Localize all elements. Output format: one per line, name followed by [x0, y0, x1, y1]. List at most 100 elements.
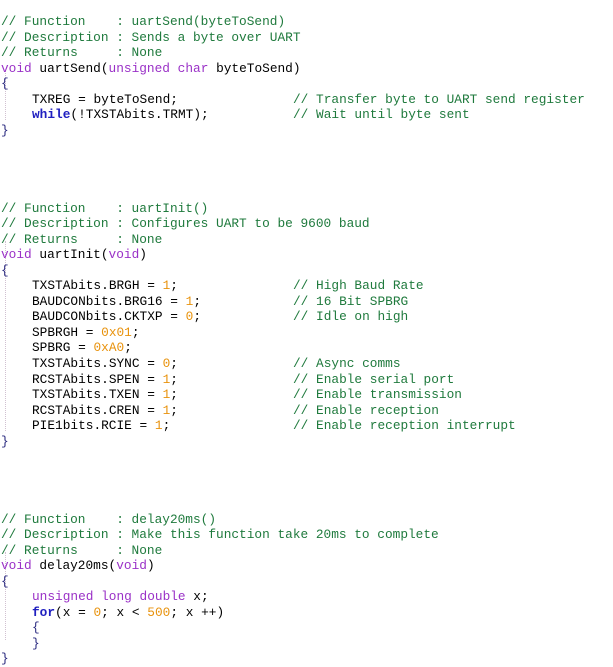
code-line[interactable]: unsigned long double x;	[0, 578, 613, 604]
code-token: ;	[193, 293, 202, 309]
brace-token: }	[1, 651, 9, 667]
code-token: =	[170, 293, 178, 309]
keyword-token: void	[1, 558, 32, 574]
trailing-comment: // Wait until byte sent	[293, 107, 470, 123]
code-token: TXREG	[32, 91, 71, 107]
code-token: x	[193, 589, 201, 605]
control-keyword-token: while	[32, 107, 71, 123]
code-token: RCIE	[101, 418, 132, 434]
comment-token: // Description : Sends a byte over UART	[1, 29, 301, 45]
code-token: =	[78, 340, 86, 356]
code-token: SPBRGH	[32, 324, 79, 340]
code-token: SYNC	[108, 356, 140, 372]
code-token: .	[101, 402, 109, 418]
code-editor-pane[interactable]: // Function : uartSend(byteToSend)// Des…	[0, 0, 613, 666]
code-token: =	[78, 91, 86, 107]
code-text: // Returns : None	[1, 543, 162, 559]
brace-token: }	[1, 122, 9, 138]
number-token: 500	[147, 604, 171, 620]
keyword-token: void	[108, 247, 140, 263]
code-token: (	[100, 247, 109, 263]
code-token: TXSTAbits	[32, 356, 102, 372]
code-token: ;	[170, 371, 178, 387]
code-token: byteToSend	[93, 91, 171, 107]
code-token: )	[146, 558, 155, 574]
code-token: SPBRG	[32, 340, 71, 356]
code-line[interactable]: // Function : delay20ms()	[0, 501, 613, 527]
code-line-blank[interactable]	[0, 438, 613, 454]
code-token: )	[292, 60, 301, 76]
code-token: ;	[201, 107, 209, 123]
trailing-comment: // Enable reception interrupt	[293, 418, 516, 434]
code-text: // Returns : None	[1, 45, 162, 61]
comment-token: // Description : Configures UART to be 9…	[1, 216, 370, 232]
code-token: .	[154, 107, 163, 123]
code-token: RCSTAbits	[32, 371, 102, 387]
keyword-token: double	[139, 589, 186, 605]
comment-token: // Returns : None	[1, 542, 163, 558]
code-token: =	[147, 371, 155, 387]
code-text: // Description : Configures UART to be 9…	[1, 216, 370, 232]
code-text: TXREG = byteToSend;	[32, 92, 178, 108]
code-text: BAUDCONbits.CKTXP = 0;	[32, 309, 201, 325]
code-line[interactable]: }	[0, 640, 613, 666]
code-line[interactable]: TXREG = byteToSend; // Transfer byte to U…	[0, 81, 613, 107]
code-token: TXSTAbits	[85, 107, 155, 123]
trailing-comment: // Idle on high	[293, 309, 409, 325]
code-line-blank[interactable]	[0, 127, 613, 143]
brace-token: {	[32, 620, 40, 636]
code-token: BAUDCONbits	[32, 309, 117, 325]
code-token: +	[201, 604, 209, 620]
code-text: // Function : uartSend(byteToSend)	[1, 14, 285, 30]
trailing-comment: // Transfer byte to UART send register	[293, 91, 585, 107]
code-text: BAUDCONbits.BRG16 = 1;	[32, 294, 201, 310]
number-token: 1	[154, 418, 163, 434]
code-line[interactable]: }	[0, 625, 613, 651]
code-line-blank[interactable]	[0, 454, 613, 470]
comment-token: // Function : uartInit()	[1, 200, 209, 216]
code-token: TXSTAbits	[32, 278, 102, 294]
trailing-comment: // 16 Bit SPBRG	[293, 293, 409, 309]
code-line-blank[interactable]	[0, 143, 613, 159]
code-text: RCSTAbits.CREN = 1;	[32, 403, 178, 419]
code-token: uartInit	[39, 247, 101, 263]
code-token: .	[93, 418, 102, 434]
code-line-blank[interactable]	[0, 174, 613, 190]
code-token: =	[170, 309, 178, 325]
brace-token: {	[1, 573, 9, 589]
code-token: RCSTAbits	[32, 402, 102, 418]
code-line[interactable]: // Function : uartInit()	[0, 190, 613, 216]
code-token: )	[139, 247, 147, 263]
code-text: {	[32, 620, 40, 636]
code-token: TXEN	[108, 387, 140, 403]
code-listing[interactable]: // Function : uartSend(byteToSend)// Des…	[0, 3, 613, 666]
code-line-blank[interactable]	[0, 158, 613, 174]
code-token: ;	[170, 402, 178, 418]
code-token: ;	[170, 356, 178, 372]
code-text: {	[1, 263, 9, 279]
code-line[interactable]: // Function : uartSend(byteToSend)	[0, 3, 613, 29]
number-token: 0x01	[101, 324, 132, 340]
code-line-blank[interactable]	[0, 485, 613, 501]
code-line[interactable]: TXSTAbits.BRGH = 1; // High Baud Rate	[0, 267, 613, 293]
code-token: )	[216, 604, 225, 620]
code-line-blank[interactable]	[0, 469, 613, 485]
code-text: {	[1, 76, 9, 92]
code-text: TXSTAbits.SYNC = 0;	[32, 356, 178, 372]
